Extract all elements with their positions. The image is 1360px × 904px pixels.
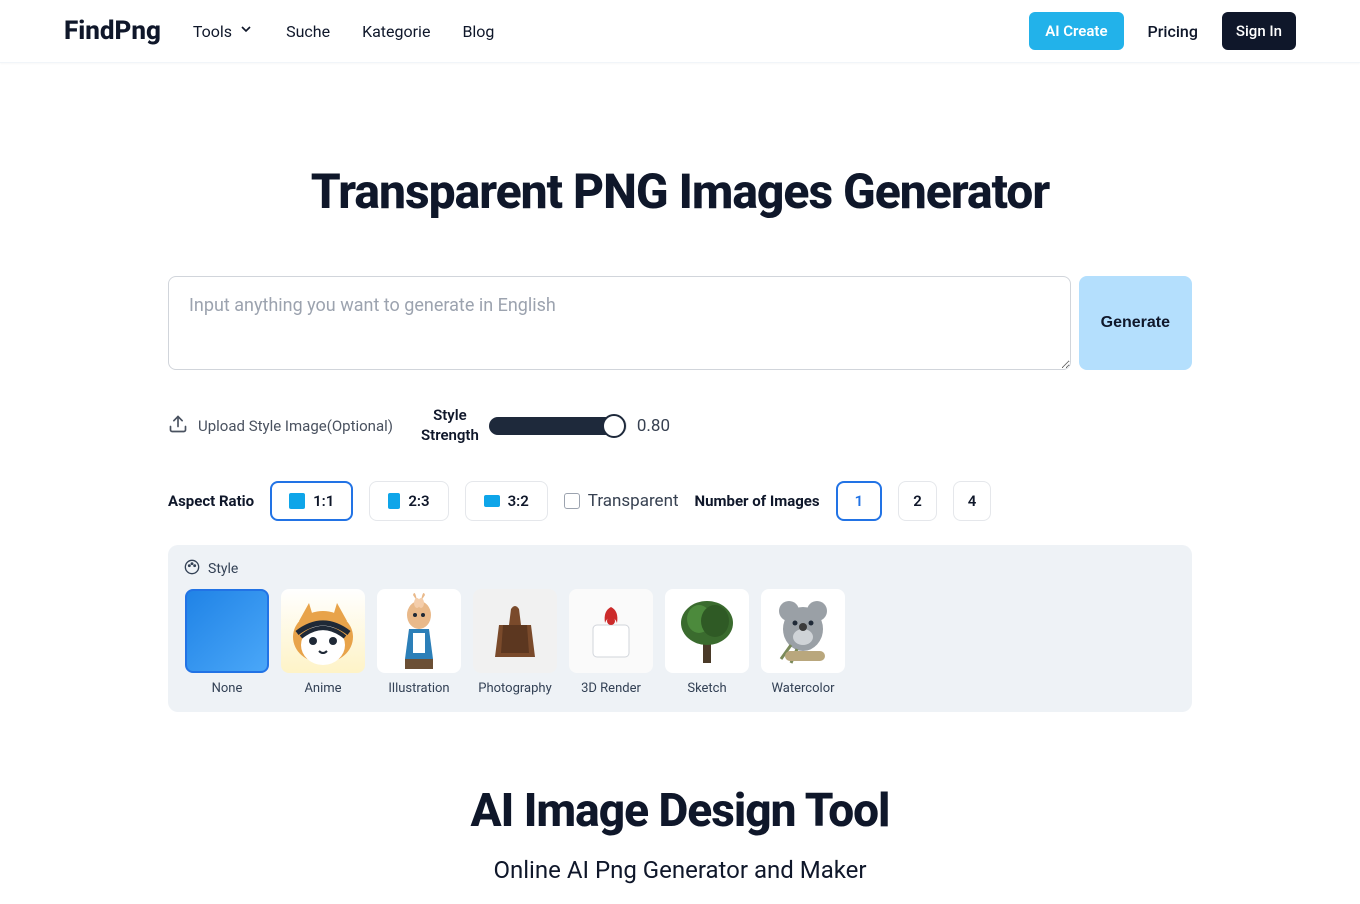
logo[interactable]: FindPng [64,16,161,46]
style-sketch[interactable]: Sketch [664,589,750,696]
checkbox-icon [564,493,580,509]
controls-row-2: Aspect Ratio 1:1 2:3 3:2 Transparent Num… [168,481,1192,521]
num-images-4[interactable]: 4 [953,481,992,521]
style-illustration-thumb [377,589,461,673]
section-title: AI Image Design Tool [168,784,1192,838]
style-anime[interactable]: Anime [280,589,366,696]
controls-row-1: Upload Style Image(Optional) Style Stren… [168,406,1192,445]
style-none[interactable]: None [184,589,270,696]
pricing-link[interactable]: Pricing [1148,22,1198,41]
style-watercolor[interactable]: Watercolor [760,589,846,696]
style-photography-thumb [473,589,557,673]
style-header-label: Style [208,561,238,577]
signin-button[interactable]: Sign In [1222,12,1296,50]
style-panel: Style None Anime Illustration [168,545,1192,712]
page-title: Transparent PNG Images Generator [168,163,1192,220]
number-of-images-label: Number of Images [695,492,820,510]
style-strength-slider[interactable] [489,417,627,435]
aspect-ratio-2-3[interactable]: 2:3 [369,481,448,521]
main: Transparent PNG Images Generator Generat… [168,63,1192,904]
input-row: Generate [168,276,1192,370]
style-none-thumb [185,589,269,673]
style-3d-render[interactable]: 3D Render [568,589,654,696]
chevron-down-icon [238,21,254,41]
num-images-1[interactable]: 1 [836,481,883,521]
style-sketch-thumb [665,589,749,673]
style-strength-label: Style Strength [421,406,479,445]
nav-blog[interactable]: Blog [462,22,494,41]
section-subtitle: Online AI Png Generator and Maker [168,856,1192,904]
prompt-input[interactable] [168,276,1071,370]
num-images-2[interactable]: 2 [898,481,937,521]
nav-right: AI Create Pricing Sign In [1029,12,1296,50]
nav-kategorie[interactable]: Kategorie [362,22,430,41]
style-3d-render-thumb [569,589,653,673]
aspect-ratio-label: Aspect Ratio [168,492,254,510]
style-anime-thumb [281,589,365,673]
palette-icon [184,559,200,579]
nav-suche[interactable]: Suche [286,22,330,41]
nav-left: FindPng Tools Suche Kategorie Blog [64,16,494,46]
nav-tools-label: Tools [193,22,232,41]
nav-tools[interactable]: Tools [193,21,254,41]
transparent-label: Transparent [588,491,679,511]
style-strength-control: Style Strength 0.80 [421,406,670,445]
style-photography[interactable]: Photography [472,589,558,696]
upload-label: Upload Style Image(Optional) [198,417,393,435]
upload-style-image[interactable]: Upload Style Image(Optional) [168,414,393,438]
generate-button[interactable]: Generate [1079,276,1192,370]
aspect-ratio-1-1[interactable]: 1:1 [270,481,353,521]
aspect-ratio-3-2[interactable]: 3:2 [465,481,548,521]
header: FindPng Tools Suche Kategorie Blog AI Cr… [0,0,1360,63]
style-header: Style [184,559,1176,579]
styles-row: None Anime Illustration Photography [184,589,1176,696]
ai-create-button[interactable]: AI Create [1029,12,1123,50]
transparent-toggle[interactable]: Transparent [564,491,679,511]
style-illustration[interactable]: Illustration [376,589,462,696]
style-strength-value: 0.80 [637,416,670,436]
style-watercolor-thumb [761,589,845,673]
upload-icon [168,414,188,438]
